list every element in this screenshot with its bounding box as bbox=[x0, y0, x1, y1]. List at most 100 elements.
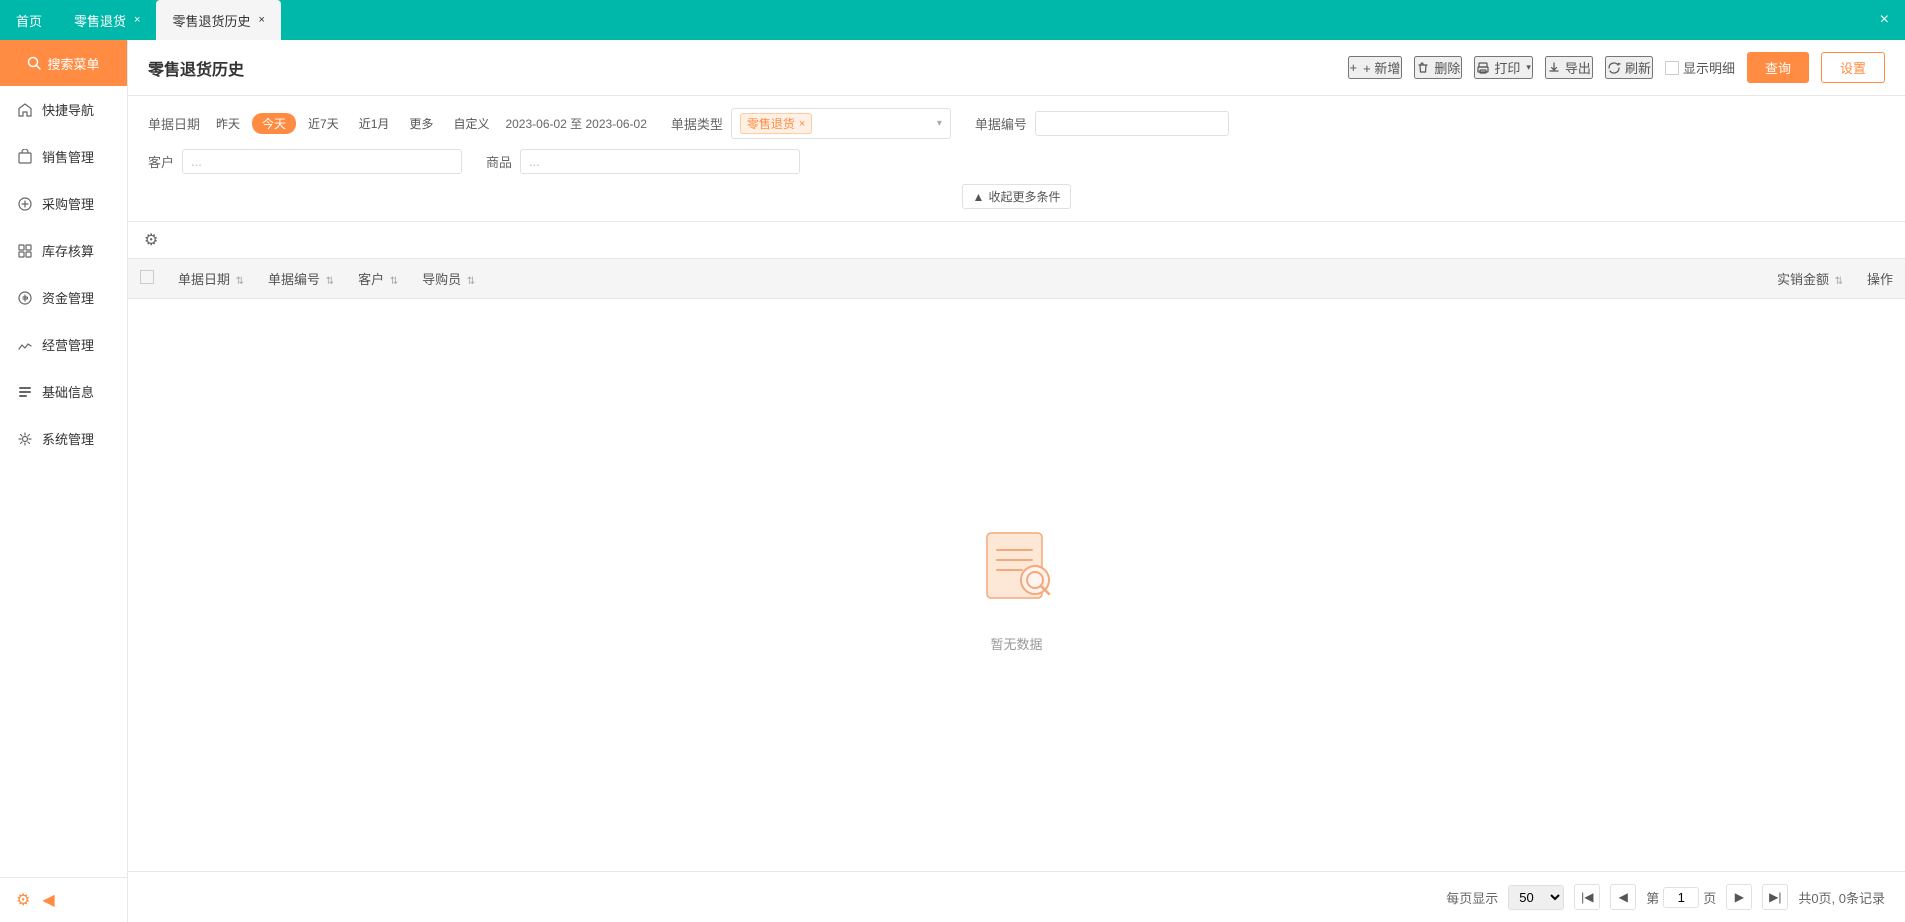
th-no-sort[interactable]: ⇅ bbox=[326, 276, 334, 287]
last-page-btn[interactable]: ▶| bbox=[1762, 884, 1788, 910]
basic-icon bbox=[16, 383, 34, 401]
table-toolbar: ⚙ bbox=[128, 222, 1905, 259]
top-nav: 首页 零售退货 × 零售退货历史 × × bbox=[0, 0, 1905, 40]
sidebar-item-quick-nav-label: 快捷导航 bbox=[42, 100, 94, 119]
doc-type-tag-close[interactable]: × bbox=[799, 118, 805, 130]
close-tab-retail-return[interactable]: × bbox=[134, 14, 140, 26]
date-btn-7days[interactable]: 近7天 bbox=[300, 113, 347, 134]
empty-icon bbox=[967, 518, 1067, 618]
system-icon bbox=[16, 430, 34, 448]
collapse-icon: ▲ bbox=[973, 190, 985, 204]
sidebar-item-sales[interactable]: 销售管理 bbox=[0, 133, 127, 180]
customer-placeholder: ... bbox=[191, 154, 202, 169]
refresh-icon bbox=[1607, 61, 1621, 75]
filter-area: 单据日期 昨天 今天 近7天 近1月 更多 自定义 2023-06-02 至 2… bbox=[128, 96, 1905, 222]
print-button[interactable]: 打印 ▾ bbox=[1474, 56, 1533, 79]
page-size-select[interactable]: 50 100 200 bbox=[1508, 885, 1564, 910]
print-dropdown-icon: ▾ bbox=[1526, 62, 1531, 73]
collapse-btn[interactable]: ▲ 收起更多条件 bbox=[962, 184, 1072, 209]
page-size-label: 每页显示 bbox=[1446, 888, 1498, 907]
purchase-icon bbox=[16, 195, 34, 213]
tab-home[interactable]: 首页 bbox=[0, 0, 58, 40]
tab-retail-return[interactable]: 零售退货 × bbox=[58, 0, 156, 40]
pagination: 每页显示 50 100 200 |◀ ◀ 第 页 ▶ ▶| 共0页, 0条记录 bbox=[128, 871, 1905, 922]
refresh-button[interactable]: 刷新 bbox=[1605, 56, 1653, 79]
sidebar-item-basic-label: 基础信息 bbox=[42, 382, 94, 401]
sidebar-item-finance-label: 资金管理 bbox=[42, 288, 94, 307]
settings-footer-icon[interactable]: ⚙ bbox=[16, 890, 30, 910]
filter-row-2: 客户 ... 商品 ... bbox=[148, 149, 1885, 174]
sidebar-item-basic[interactable]: 基础信息 bbox=[0, 368, 127, 415]
th-amount: 实销金额 ⇅ bbox=[1765, 259, 1855, 299]
th-date-sort[interactable]: ⇅ bbox=[236, 276, 244, 287]
show-detail-toggle[interactable]: 显示明细 bbox=[1665, 58, 1735, 77]
customer-select[interactable]: ... bbox=[182, 149, 462, 174]
export-button[interactable]: 导出 bbox=[1545, 56, 1593, 79]
th-guide-sort[interactable]: ⇅ bbox=[467, 276, 475, 287]
sidebar-search[interactable]: 搜索菜单 bbox=[0, 40, 127, 86]
th-no-label: 单据编号 bbox=[268, 272, 320, 287]
search-icon bbox=[27, 56, 41, 70]
filter-customer: 客户 ... bbox=[148, 149, 462, 174]
customer-label: 客户 bbox=[148, 152, 174, 171]
collapse-label: 收起更多条件 bbox=[988, 188, 1060, 205]
date-label: 单据日期 bbox=[148, 114, 200, 133]
goods-label: 商品 bbox=[486, 152, 512, 171]
collapse-btn-wrapper: ▲ 收起更多条件 bbox=[148, 184, 1885, 209]
query-button[interactable]: 查询 bbox=[1747, 52, 1809, 83]
filter-date: 单据日期 昨天 今天 近7天 近1月 更多 自定义 2023-06-02 至 2… bbox=[148, 113, 647, 134]
close-tab-retail-return-history[interactable]: × bbox=[258, 14, 264, 26]
show-detail-checkbox[interactable] bbox=[1665, 61, 1679, 75]
empty-text: 暂无数据 bbox=[990, 634, 1042, 653]
prev-page-btn[interactable]: ◀ bbox=[1610, 884, 1636, 910]
th-spacer bbox=[487, 259, 1765, 299]
sidebar-item-operations[interactable]: 经营管理 bbox=[0, 321, 127, 368]
doc-type-dropdown-icon: ▾ bbox=[937, 118, 942, 129]
data-table: 单据日期 ⇅ 单据编号 ⇅ 客户 ⇅ 导购员 ⇅ bbox=[128, 259, 1905, 299]
page-header: 零售退货历史 + + 新增 删除 打印 ▾ 导出 bbox=[128, 40, 1905, 96]
goods-select[interactable]: ... bbox=[520, 149, 800, 174]
th-guide-label: 导购员 bbox=[422, 272, 461, 287]
date-quick-btns: 昨天 今天 近7天 近1月 更多 自定义 bbox=[208, 113, 497, 134]
table-header-row: 单据日期 ⇅ 单据编号 ⇅ 客户 ⇅ 导购员 ⇅ bbox=[128, 259, 1905, 299]
date-btn-yesterday[interactable]: 昨天 bbox=[208, 113, 248, 134]
total-info: 共0页, 0条记录 bbox=[1798, 888, 1885, 907]
date-btn-today[interactable]: 今天 bbox=[252, 113, 296, 134]
setting-button[interactable]: 设置 bbox=[1821, 52, 1885, 83]
filter-goods: 商品 ... bbox=[486, 149, 800, 174]
select-all-checkbox[interactable] bbox=[140, 270, 154, 284]
first-page-btn[interactable]: |◀ bbox=[1574, 884, 1600, 910]
filter-row-1: 单据日期 昨天 今天 近7天 近1月 更多 自定义 2023-06-02 至 2… bbox=[148, 108, 1885, 139]
sidebar-item-operations-label: 经营管理 bbox=[42, 335, 94, 354]
print-icon bbox=[1476, 61, 1490, 75]
date-btn-1month[interactable]: 近1月 bbox=[351, 113, 398, 134]
delete-button[interactable]: 删除 bbox=[1414, 56, 1462, 79]
th-date-label: 单据日期 bbox=[178, 272, 230, 287]
date-range-display: 2023-06-02 至 2023-06-02 bbox=[505, 115, 646, 132]
sidebar-item-finance[interactable]: 资金管理 bbox=[0, 274, 127, 321]
close-window-btn[interactable]: × bbox=[1864, 11, 1905, 29]
audio-footer-icon[interactable]: ◀ bbox=[42, 890, 54, 910]
sidebar-item-quick-nav[interactable]: 快捷导航 bbox=[0, 86, 127, 133]
delete-icon bbox=[1416, 61, 1430, 75]
date-btn-custom[interactable]: 自定义 bbox=[445, 113, 497, 134]
sidebar-item-system[interactable]: 系统管理 bbox=[0, 415, 127, 462]
doc-no-label: 单据编号 bbox=[975, 114, 1027, 133]
th-amount-sort[interactable]: ⇅ bbox=[1835, 276, 1843, 287]
date-btn-more[interactable]: 更多 bbox=[401, 113, 441, 134]
tab-retail-return-history[interactable]: 零售退货历史 × bbox=[156, 0, 280, 40]
table-column-settings-icon[interactable]: ⚙ bbox=[144, 230, 158, 250]
sidebar-item-inventory[interactable]: 库存核算 bbox=[0, 227, 127, 274]
doc-type-label: 单据类型 bbox=[671, 114, 723, 133]
add-button[interactable]: + + 新增 bbox=[1348, 56, 1403, 79]
goods-placeholder: ... bbox=[529, 154, 540, 169]
sidebar-item-purchase[interactable]: 采购管理 bbox=[0, 180, 127, 227]
th-customer-sort[interactable]: ⇅ bbox=[390, 276, 398, 287]
sidebar: 搜索菜单 快捷导航 销售管理 采购管理 库存核算 bbox=[0, 40, 128, 922]
next-page-btn[interactable]: ▶ bbox=[1726, 884, 1752, 910]
page-input[interactable] bbox=[1663, 887, 1699, 908]
th-customer: 客户 ⇅ bbox=[346, 259, 410, 299]
doc-no-input[interactable] bbox=[1035, 111, 1229, 136]
sales-icon bbox=[16, 148, 34, 166]
doc-type-select[interactable]: 零售退货 × ▾ bbox=[731, 108, 951, 139]
